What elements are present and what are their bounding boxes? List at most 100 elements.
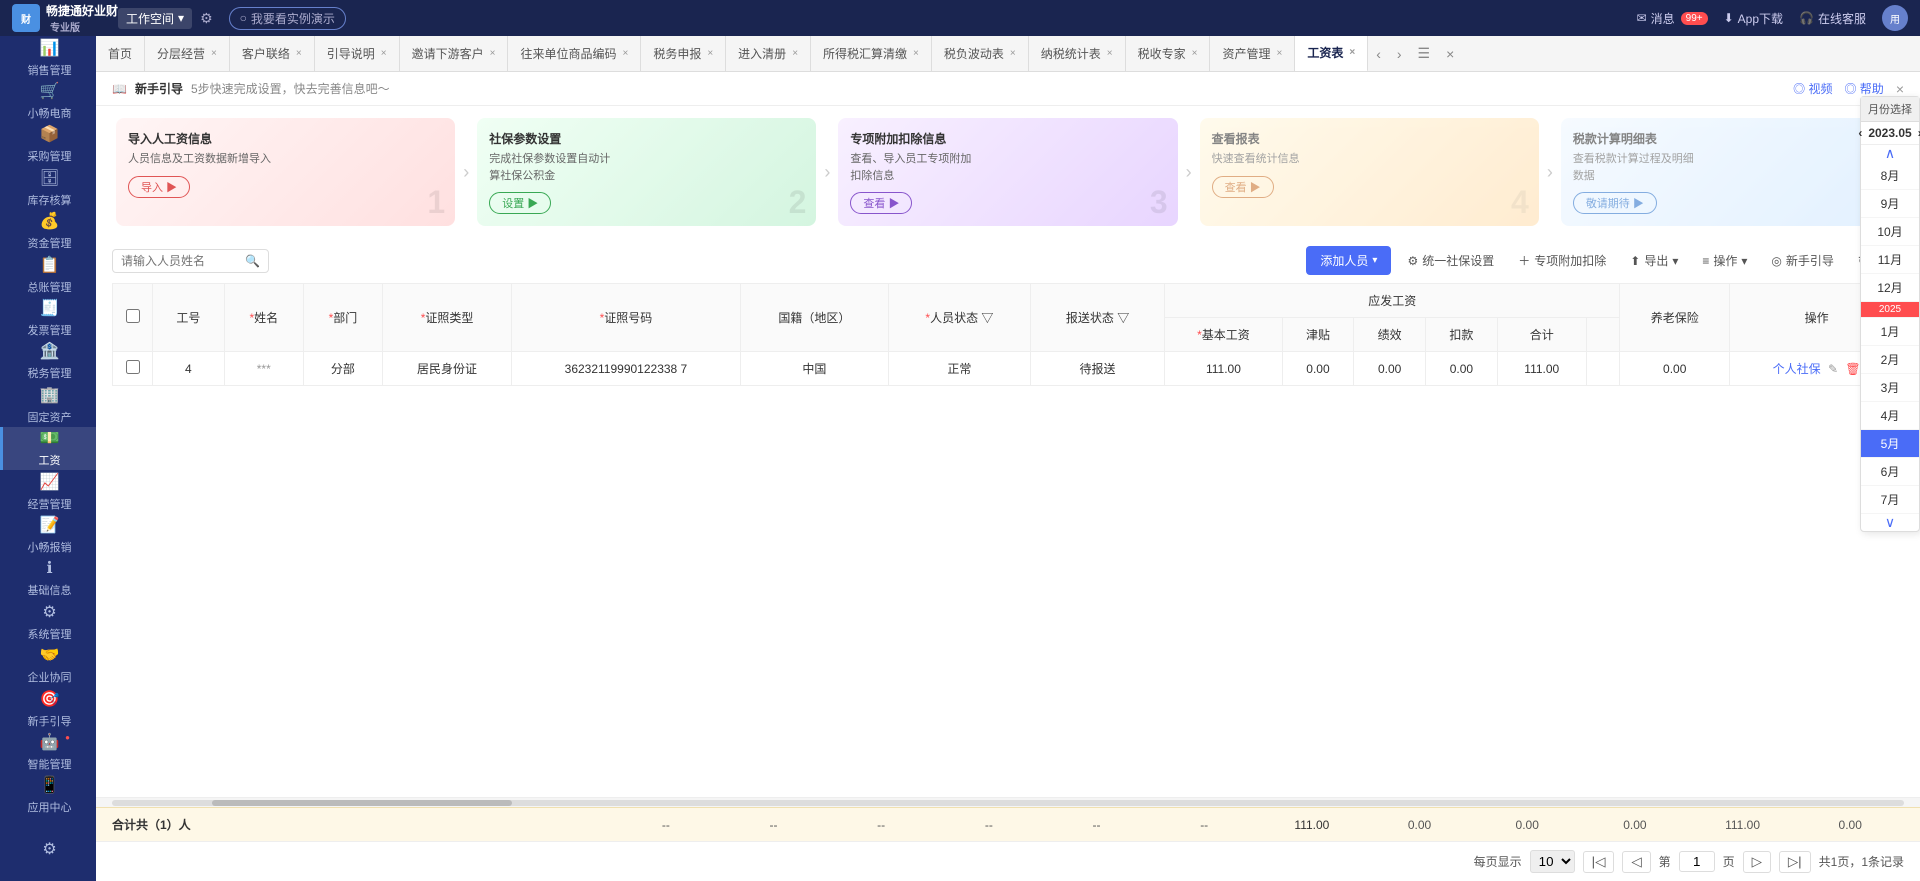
- guide-video-btn[interactable]: ◎ 视频: [1793, 80, 1832, 97]
- last-page-btn[interactable]: ▷|: [1779, 851, 1811, 873]
- sidebar-item-ecommerce[interactable]: 🛒 小畅电商: [0, 79, 96, 122]
- add-employee-button[interactable]: 添加人员 ▾: [1306, 246, 1391, 275]
- demo-button[interactable]: ○ 我要看实例演示: [229, 7, 346, 30]
- sidebar-item-system[interactable]: ⚙ 系统管理: [0, 600, 96, 643]
- month-item-1[interactable]: 1月: [1861, 318, 1919, 346]
- sidebar-item-inventory[interactable]: 🗄 库存核算: [0, 166, 96, 209]
- sidebar-item-settings[interactable]: ⚙: [0, 817, 96, 881]
- month-item-6[interactable]: 6月: [1861, 458, 1919, 486]
- month-item-8[interactable]: 8月: [1861, 162, 1919, 190]
- month-down-btn[interactable]: ∨: [1861, 514, 1919, 531]
- tab-tax-stats[interactable]: 纳税统计表 ×: [1029, 36, 1126, 72]
- tab-close-asset[interactable]: ×: [1276, 48, 1282, 59]
- per-page-select[interactable]: 10 20 50: [1530, 850, 1575, 873]
- tab-close-income[interactable]: ×: [913, 48, 919, 59]
- export-btn[interactable]: ⬆ 导出 ▾: [1622, 248, 1686, 273]
- tab-menu-btn[interactable]: ☰: [1410, 45, 1439, 62]
- month-item-12[interactable]: 12月: [1861, 274, 1919, 302]
- tab-close-customer[interactable]: ×: [296, 48, 302, 59]
- row-checkbox[interactable]: [126, 360, 140, 374]
- hscroll-bar[interactable]: [112, 800, 1904, 806]
- action-btn[interactable]: ≡ 操作 ▾: [1694, 248, 1755, 273]
- tab-close-invite[interactable]: ×: [490, 48, 496, 59]
- month-item-11[interactable]: 11月: [1861, 246, 1919, 274]
- tab-close-all-btn[interactable]: ×: [1438, 46, 1462, 62]
- search-icon[interactable]: 🔍: [245, 254, 260, 268]
- step-4-btn[interactable]: 查看 ▶: [1212, 176, 1274, 198]
- tab-close-burden[interactable]: ×: [1010, 48, 1016, 59]
- sidebar-item-tax[interactable]: 🏦 税务管理: [0, 340, 96, 383]
- step-3-btn[interactable]: 查看 ▶: [850, 192, 912, 214]
- workspace-dropdown[interactable]: 工作空间 ▾: [118, 8, 192, 29]
- sidebar-item-basic[interactable]: ℹ 基础信息: [0, 557, 96, 600]
- month-year-next-btn[interactable]: ›: [1916, 126, 1920, 140]
- tab-tax-report[interactable]: 税务申报 ×: [641, 36, 726, 72]
- social-security-settings-btn[interactable]: ⚙ 统一社保设置: [1399, 248, 1502, 273]
- sidebar-item-ledger[interactable]: 📋 总账管理: [0, 253, 96, 296]
- page-input[interactable]: [1679, 851, 1715, 872]
- tab-guide[interactable]: 引导说明 ×: [315, 36, 400, 72]
- tab-close-tax[interactable]: ×: [707, 48, 713, 59]
- row-action-edit-icon[interactable]: ✎: [1828, 362, 1838, 376]
- month-item-3[interactable]: 3月: [1861, 374, 1919, 402]
- month-item-9[interactable]: 9月: [1861, 190, 1919, 218]
- sidebar-item-assets[interactable]: 🏢 固定资产: [0, 383, 96, 426]
- sidebar-item-purchase[interactable]: 📦 采购管理: [0, 123, 96, 166]
- sidebar-item-guide[interactable]: 🎯 新手引导: [0, 687, 96, 730]
- status-filter-icon[interactable]: ▽: [981, 311, 993, 325]
- guide-help-btn[interactable]: ◎ 帮助: [1844, 80, 1883, 97]
- sidebar-item-expense[interactable]: 📝 小畅报销: [0, 513, 96, 556]
- tab-invite[interactable]: 邀请下游客户 ×: [400, 36, 509, 72]
- tab-close-clearance[interactable]: ×: [792, 48, 798, 59]
- app-download-button[interactable]: ⬇ App下载: [1724, 10, 1783, 27]
- tab-asset-mgmt[interactable]: 资产管理 ×: [1210, 36, 1295, 72]
- tab-customer-contact[interactable]: 客户联络 ×: [230, 36, 315, 72]
- online-service-button[interactable]: 🎧 在线客服: [1799, 10, 1866, 27]
- prev-page-btn[interactable]: ◁: [1622, 851, 1650, 873]
- month-up-btn[interactable]: ∧: [1861, 145, 1919, 162]
- tab-salary-sheet[interactable]: 工资表 ×: [1295, 36, 1368, 72]
- month-year-prev-btn[interactable]: ‹: [1856, 126, 1864, 140]
- tab-prev-btn[interactable]: ‹: [1368, 46, 1389, 62]
- sidebar-item-finance[interactable]: 💰 资金管理: [0, 210, 96, 253]
- tab-clearance[interactable]: 进入清册 ×: [726, 36, 811, 72]
- tab-income-tax[interactable]: 所得税汇算清缴 ×: [811, 36, 932, 72]
- tab-tax-expert[interactable]: 税收专家 ×: [1126, 36, 1211, 72]
- settings-icon[interactable]: ⚙: [200, 10, 213, 27]
- sidebar-item-collab[interactable]: 🤝 企业协同: [0, 643, 96, 686]
- month-item-7[interactable]: 7月: [1861, 486, 1919, 514]
- report-filter-icon[interactable]: ▽: [1117, 311, 1129, 325]
- sidebar-item-ai[interactable]: ● 🤖 智能管理: [0, 730, 96, 773]
- month-item-10[interactable]: 10月: [1861, 218, 1919, 246]
- tab-close-layered[interactable]: ×: [211, 48, 217, 59]
- avatar[interactable]: 用: [1882, 5, 1908, 31]
- tab-tax-burden[interactable]: 税负波动表 ×: [932, 36, 1029, 72]
- step-5-btn[interactable]: 敬请期待 ▶: [1573, 192, 1657, 214]
- month-item-5[interactable]: 5月: [1861, 430, 1919, 458]
- step-1-btn[interactable]: 导入 ▶: [128, 176, 190, 198]
- first-page-btn[interactable]: |◁: [1583, 851, 1615, 873]
- search-input[interactable]: [121, 254, 241, 268]
- tab-close-expert[interactable]: ×: [1192, 48, 1198, 59]
- tab-close-stats[interactable]: ×: [1107, 48, 1113, 59]
- sidebar-item-appstore[interactable]: 📱 应用中心: [0, 774, 96, 817]
- tab-product-code[interactable]: 往来单位商品编码 ×: [508, 36, 641, 72]
- tab-close-guide[interactable]: ×: [381, 48, 387, 59]
- tab-home[interactable]: 首页: [96, 36, 145, 72]
- step-2-btn[interactable]: 设置 ▶: [489, 192, 551, 214]
- guide-close-btn[interactable]: ×: [1896, 81, 1904, 97]
- hscroll-thumb[interactable]: [212, 800, 512, 806]
- month-item-2[interactable]: 2月: [1861, 346, 1919, 374]
- sidebar-item-invoice[interactable]: 🧾 发票管理: [0, 296, 96, 339]
- tab-close-salary[interactable]: ×: [1349, 47, 1355, 58]
- newuser-guide-btn[interactable]: ◎ 新手引导: [1763, 248, 1842, 273]
- tab-layered-mgmt[interactable]: 分层经营 ×: [145, 36, 230, 72]
- message-button[interactable]: ✉ 消息 99+: [1637, 10, 1708, 27]
- sidebar-item-sales[interactable]: 📊 销售管理: [0, 36, 96, 79]
- tab-close-product[interactable]: ×: [622, 48, 628, 59]
- next-page-btn[interactable]: ▷: [1743, 851, 1771, 873]
- special-deduction-btn[interactable]: ＋ 专项附加扣除: [1510, 248, 1614, 273]
- sidebar-item-operations[interactable]: 📈 经营管理: [0, 470, 96, 513]
- row-action-delete-icon[interactable]: 🗑: [1845, 362, 1860, 376]
- month-item-4[interactable]: 4月: [1861, 402, 1919, 430]
